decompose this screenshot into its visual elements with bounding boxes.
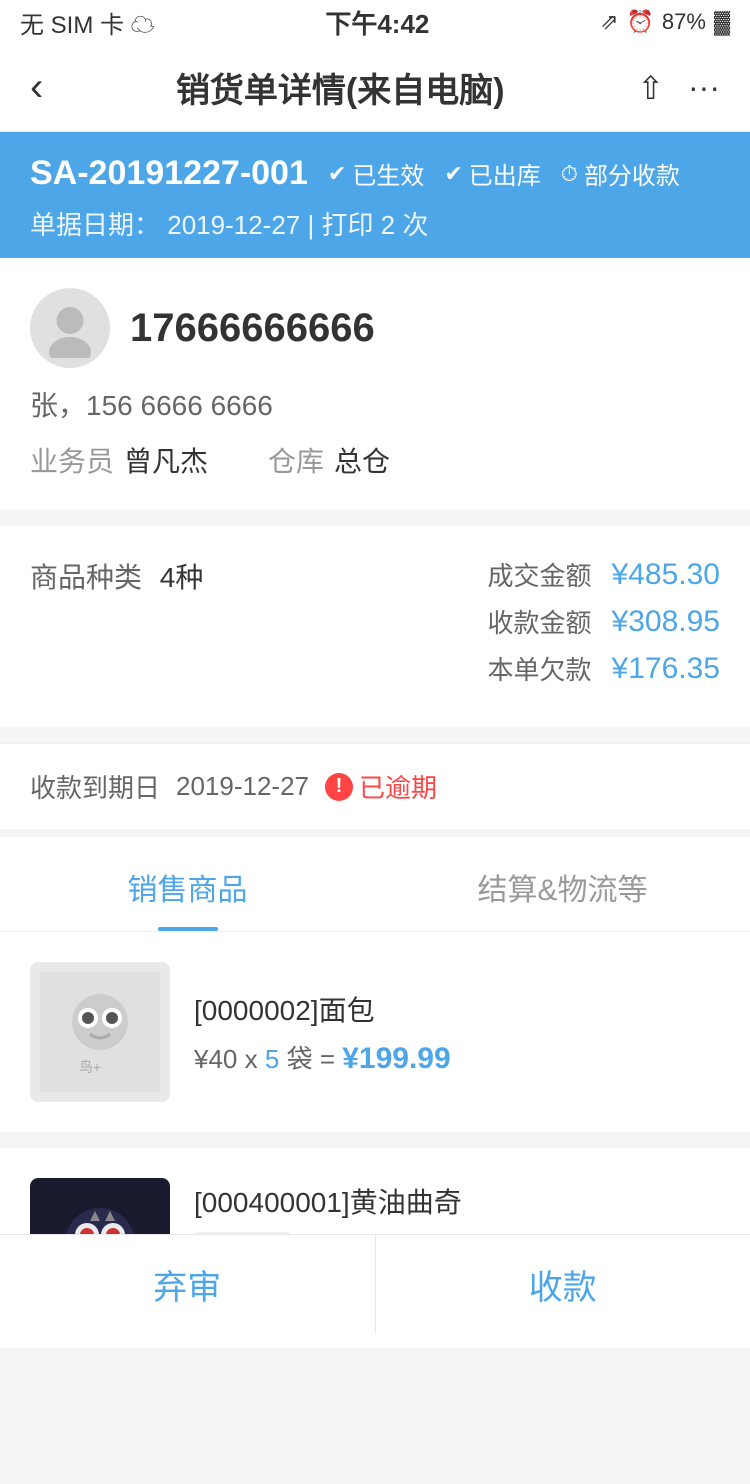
- bottom-bar: 弃审 收款: [0, 1234, 750, 1334]
- due-date-section: 收款到期日 2019-12-27 ! 已逾期: [0, 743, 750, 829]
- due-date-value: 2019-12-27: [176, 771, 309, 802]
- product-info-1: [0000002]面包 ¥40 x 5 袋 = ¥199.99: [194, 989, 720, 1076]
- order-header-banner: SA-20191227-001 已生效 已出库 部分收款 单据日期： 2019-…: [0, 132, 750, 258]
- status-right: ⇗ ⏰ 87% ▓: [600, 9, 730, 35]
- product-name-2: [000400001]黄油曲奇: [194, 1181, 720, 1221]
- svg-text:鸟+: 鸟+: [79, 1059, 101, 1075]
- list-item: 鸟+ [0000002]面包 ¥40 x 5 袋 = ¥199.99: [0, 932, 750, 1132]
- product-qty-1: 5: [265, 1044, 279, 1074]
- avatar: [30, 288, 110, 368]
- deal-label: 成交金额: [488, 556, 592, 593]
- order-date-info: 单据日期： 2019-12-27 | 打印 2 次: [30, 205, 720, 242]
- order-id: SA-20191227-001: [30, 154, 308, 193]
- alarm-icon: ⏰: [627, 9, 654, 35]
- date-label: 单据日期：: [30, 210, 160, 240]
- location-icon: ⇗: [600, 9, 618, 35]
- customer-phone: 17666666666: [130, 306, 375, 351]
- tab-settlement[interactable]: 结算&物流等: [375, 837, 750, 931]
- types-count: 4种: [160, 562, 204, 593]
- page-title: 销货单详情(来自电脑): [176, 63, 505, 112]
- stats-section: 商品种类 4种 成交金额 ¥485.30 收款金额 ¥308.95 本单欠款 ¥…: [0, 526, 750, 727]
- customer-name: 张，156 6666 6666: [30, 384, 720, 424]
- confirm-button[interactable]: 收款: [376, 1235, 750, 1334]
- nav-actions: ⇧ ···: [637, 69, 720, 107]
- product-price-1: ¥40 x 5 袋 = ¥199.99: [194, 1039, 720, 1076]
- receipt-label: 收款金额: [488, 603, 592, 640]
- more-icon[interactable]: ···: [688, 69, 720, 106]
- types-label: 商品种类: [30, 562, 142, 593]
- product-image-1: 鸟+: [30, 962, 170, 1102]
- tab-sales-products[interactable]: 销售商品: [0, 837, 375, 931]
- overdue-icon: !: [325, 773, 353, 801]
- due-date-label: 收款到期日: [30, 768, 160, 805]
- back-button[interactable]: ‹: [30, 65, 43, 110]
- status-left: 无 SIM 卡 ☁: [20, 5, 155, 40]
- status-badge-shipped: 已出库: [444, 156, 540, 191]
- product-total-1: ¥199.99: [342, 1042, 450, 1075]
- status-bar: 无 SIM 卡 ☁ 下午4:42 ⇗ ⏰ 87% ▓: [0, 0, 750, 44]
- product-list: 鸟+ [0000002]面包 ¥40 x 5 袋 = ¥199.99: [0, 932, 750, 1484]
- receipt-amount: ¥308.95: [612, 605, 720, 639]
- order-date: 2019-12-27: [167, 210, 300, 240]
- check-icon-2: [444, 160, 462, 188]
- clock-icon: [561, 160, 578, 188]
- tabs: 销售商品 结算&物流等: [0, 837, 750, 932]
- battery-icon: ▓: [714, 9, 730, 35]
- customer-meta: 业务员 曾凡杰 仓库 总仓: [30, 440, 720, 480]
- cancel-button[interactable]: 弃审: [0, 1235, 376, 1334]
- product-types: 商品种类 4种: [30, 556, 203, 596]
- sales-name: 曾凡杰: [124, 440, 208, 480]
- print-info: | 打印 2 次: [307, 210, 428, 240]
- overdue-badge: ! 已逾期: [325, 768, 437, 805]
- financial-stats: 成交金额 ¥485.30 收款金额 ¥308.95 本单欠款 ¥176.35: [488, 556, 720, 697]
- status-badge-partial: 部分收款: [561, 156, 680, 191]
- battery-label: 87%: [662, 9, 706, 35]
- status-badge-active: 已生效: [328, 156, 424, 191]
- warehouse-name: 总仓: [334, 440, 390, 480]
- nav-bar: ‹ 销货单详情(来自电脑) ⇧ ···: [0, 44, 750, 132]
- debt-label: 本单欠款: [488, 650, 592, 687]
- sales-label: 业务员: [30, 440, 114, 480]
- check-icon-1: [328, 160, 346, 188]
- share-icon[interactable]: ⇧: [637, 69, 664, 107]
- status-time: 下午4:42: [325, 4, 429, 41]
- customer-section: 17666666666 张，156 6666 6666 业务员 曾凡杰 仓库 总…: [0, 258, 750, 510]
- warehouse-label: 仓库: [268, 440, 324, 480]
- sim-label: 无 SIM 卡 ☁: [20, 5, 155, 40]
- debt-amount: ¥176.35: [612, 652, 720, 686]
- overdue-label: 已逾期: [359, 768, 437, 805]
- deal-amount: ¥485.30: [612, 558, 720, 592]
- product-name-1: [0000002]面包: [194, 989, 720, 1029]
